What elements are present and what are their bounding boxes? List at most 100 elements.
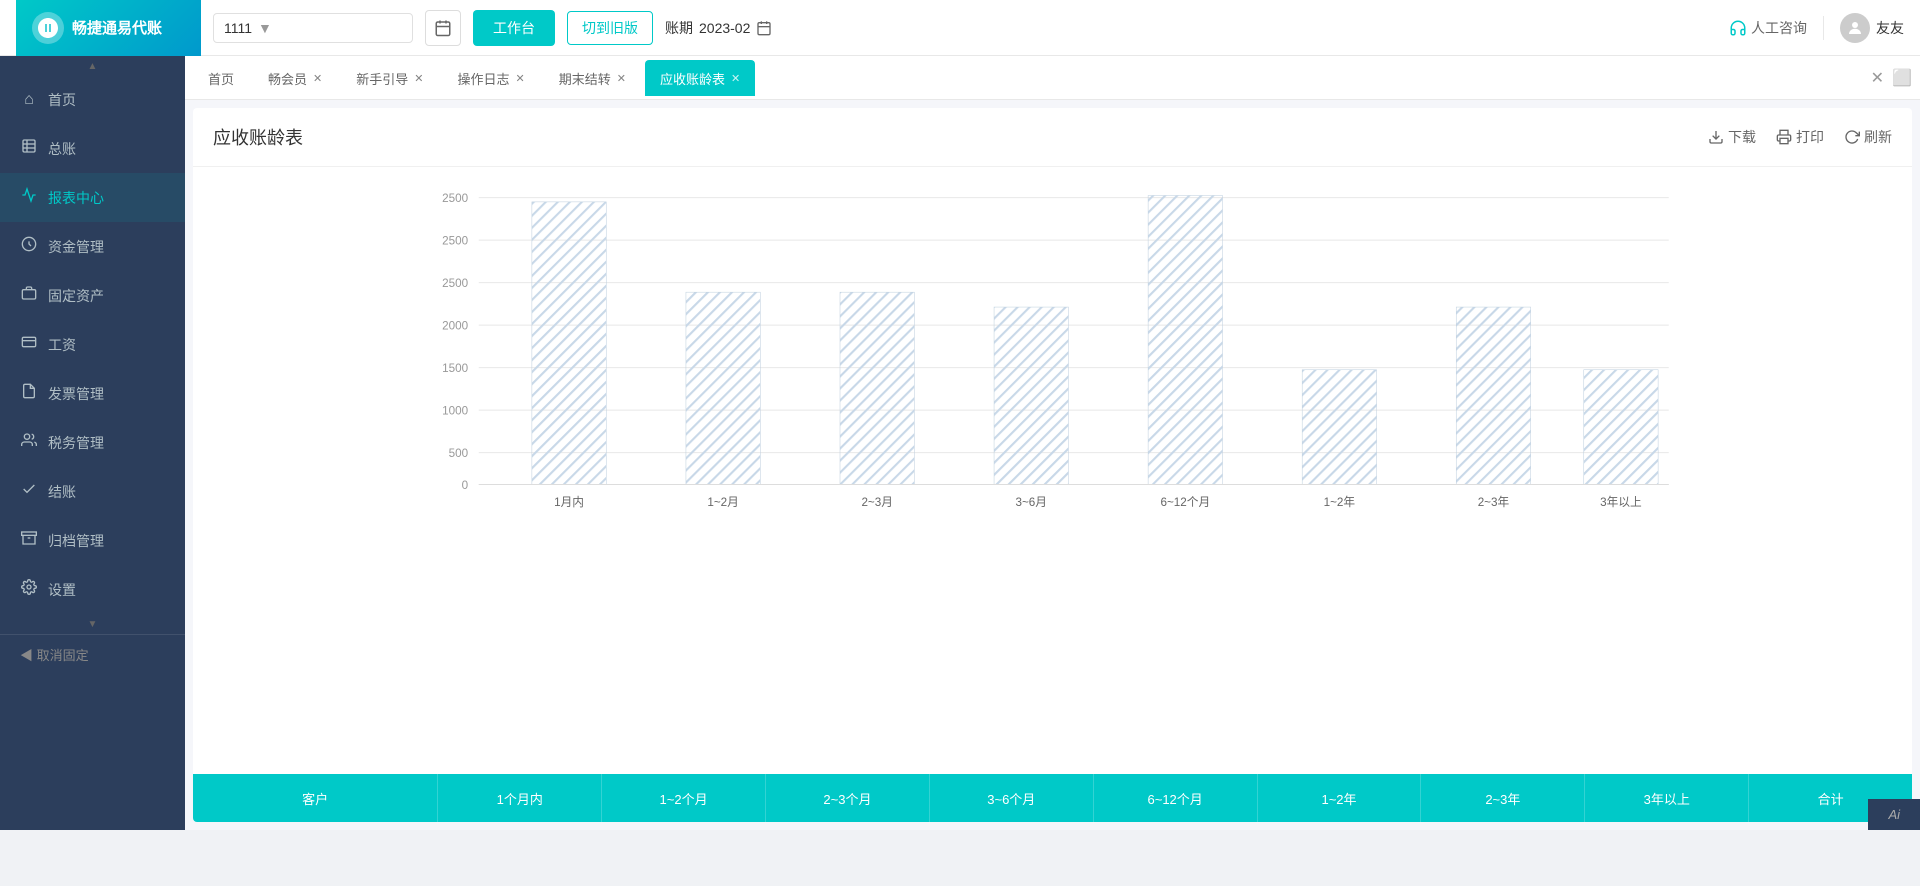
svg-text:3~6月: 3~6月 [1016, 496, 1047, 509]
close-accounts-icon [20, 481, 38, 502]
app-header: 畅捷通易代账 1111 ▼ 工作台 切到旧版 账期 2023-02 人工咨询 [0, 0, 1920, 56]
tab-aging-close-icon[interactable]: ✕ [731, 72, 740, 85]
print-label: 打印 [1796, 127, 1824, 147]
print-icon [1776, 129, 1792, 145]
switch-version-button[interactable]: 切到旧版 [567, 11, 653, 45]
th-1-2year: 1~2年 [1258, 774, 1422, 822]
logo-text: 畅捷通易代账 [72, 17, 162, 38]
sidebar-scroll-down[interactable]: ▼ [0, 614, 185, 634]
svg-text:2~3月: 2~3月 [861, 496, 892, 509]
sidebar-label-archive: 归档管理 [48, 531, 104, 551]
workbench-button[interactable]: 工作台 [473, 10, 555, 46]
tab-period-close-label: 期末结转 [559, 69, 611, 88]
page-header: 应收账龄表 下载 打印 刷新 [193, 108, 1912, 167]
tab-member-label: 畅会员 [268, 69, 307, 88]
chart-wrapper: 2500 2500 2500 2000 1500 1000 500 0 [213, 187, 1892, 527]
assets-icon [20, 285, 38, 306]
th-6-12month: 6~12个月 [1094, 774, 1258, 822]
tab-oplog-close-icon[interactable]: ✕ [516, 72, 525, 85]
sidebar-label-salary: 工资 [48, 335, 76, 355]
th-3year-plus: 3年以上 [1585, 774, 1749, 822]
sidebar-scroll-up[interactable]: ▲ [0, 56, 185, 76]
tab-guide[interactable]: 新手引导 ✕ [341, 60, 438, 96]
refresh-icon [1844, 129, 1860, 145]
bar-2-3月 [840, 292, 914, 484]
th-1month: 1个月内 [438, 774, 602, 822]
download-icon [1708, 129, 1724, 145]
svg-text:2500: 2500 [442, 234, 468, 247]
sidebar-label-funds: 资金管理 [48, 237, 104, 257]
headset-icon [1729, 19, 1747, 37]
logo-area: 畅捷通易代账 [16, 0, 201, 56]
sidebar-item-archive[interactable]: 归档管理 [0, 516, 185, 565]
divider [1823, 16, 1824, 40]
tab-period-close[interactable]: 期末结转 ✕ [544, 60, 641, 96]
page-area: 应收账龄表 下载 打印 刷新 [193, 108, 1912, 822]
sidebar-item-reports[interactable]: 报表中心 [0, 173, 185, 222]
period-area: 账期 2023-02 [665, 18, 772, 38]
tab-aging-label: 应收账龄表 [660, 69, 725, 88]
tab-member[interactable]: 畅会员 ✕ [253, 60, 337, 96]
cancel-fixed-button[interactable]: ◀ 取消固定 [0, 634, 185, 674]
svg-text:2~3年: 2~3年 [1478, 495, 1510, 509]
tab-home-label: 首页 [208, 69, 234, 88]
tabs-bar: 首页 畅会员 ✕ 新手引导 ✕ 操作日志 ✕ 期末结转 ✕ 应收账龄表 ✕ [185, 56, 1920, 100]
home-icon: ⌂ [20, 91, 38, 109]
dropdown-arrow-icon: ▼ [258, 20, 272, 36]
tab-oplog[interactable]: 操作日志 ✕ [442, 60, 539, 96]
sidebar-item-tax[interactable]: 税务管理 [0, 418, 185, 467]
sidebar-item-home[interactable]: ⌂ 首页 [0, 76, 185, 124]
table-header: 客户 1个月内 1~2个月 2~3个月 3~6个月 6~12个月 [193, 774, 1912, 822]
sidebar-label-invoice: 发票管理 [48, 384, 104, 404]
tab-guide-label: 新手引导 [356, 69, 408, 88]
period-calendar-icon [756, 20, 772, 36]
sidebar-item-assets[interactable]: 固定资产 [0, 271, 185, 320]
tab-guide-close-icon[interactable]: ✕ [414, 72, 423, 85]
main-layout: ▲ ⌂ 首页 总账 报表中心 资金管理 固定资产 [0, 56, 1920, 830]
svg-text:1500: 1500 [442, 362, 468, 375]
tab-period-close-close-icon[interactable]: ✕ [617, 72, 626, 85]
user-area[interactable]: 友友 [1840, 13, 1904, 43]
maximize-icon[interactable]: ⬜ [1892, 68, 1912, 88]
sidebar-label-settings: 设置 [48, 580, 76, 600]
svg-text:2000: 2000 [442, 319, 468, 332]
close-all-tabs-icon[interactable]: ✕ [1871, 68, 1884, 88]
bar-2-3年 [1456, 307, 1530, 484]
header-right: 人工咨询 友友 [1729, 13, 1904, 43]
support-link[interactable]: 人工咨询 [1729, 18, 1807, 38]
sidebar-item-ledger[interactable]: 总账 [0, 124, 185, 173]
sidebar: ▲ ⌂ 首页 总账 报表中心 资金管理 固定资产 [0, 56, 185, 830]
bar-1-2年 [1302, 370, 1376, 485]
download-button[interactable]: 下载 [1708, 127, 1756, 147]
tabs-actions: ✕ ⬜ [1871, 68, 1912, 88]
refresh-button[interactable]: 刷新 [1844, 127, 1892, 147]
sidebar-item-invoice[interactable]: 发票管理 [0, 369, 185, 418]
sidebar-item-close[interactable]: 结账 [0, 467, 185, 516]
svg-text:6~12个月: 6~12个月 [1160, 496, 1210, 509]
svg-text:1000: 1000 [442, 404, 468, 417]
svg-text:1月内: 1月内 [554, 495, 584, 509]
sidebar-item-funds[interactable]: 资金管理 [0, 222, 185, 271]
page-title: 应收账龄表 [213, 124, 303, 150]
tab-aging[interactable]: 应收账龄表 ✕ [645, 60, 755, 96]
th-1-2month: 1~2个月 [602, 774, 766, 822]
th-2-3month: 2~3个月 [766, 774, 930, 822]
svg-text:0: 0 [462, 479, 469, 492]
sidebar-item-salary[interactable]: 工资 [0, 320, 185, 369]
refresh-label: 刷新 [1864, 127, 1892, 147]
reports-icon [20, 187, 38, 208]
tab-member-close-icon[interactable]: ✕ [313, 72, 322, 85]
company-selector[interactable]: 1111 ▼ [213, 13, 413, 43]
tab-oplog-label: 操作日志 [457, 69, 509, 88]
calendar-button[interactable] [425, 10, 461, 46]
svg-text:1~2月: 1~2月 [707, 496, 738, 509]
sidebar-label-assets: 固定资产 [48, 286, 104, 306]
support-label: 人工咨询 [1751, 18, 1807, 38]
sidebar-item-settings[interactable]: 设置 [0, 565, 185, 614]
cancel-fixed-label: ◀ 取消固定 [20, 645, 89, 664]
bar-3年以上 [1584, 370, 1658, 485]
tab-home[interactable]: 首页 [193, 60, 249, 96]
logo-icon [32, 12, 64, 44]
print-button[interactable]: 打印 [1776, 127, 1824, 147]
salary-icon [20, 334, 38, 355]
